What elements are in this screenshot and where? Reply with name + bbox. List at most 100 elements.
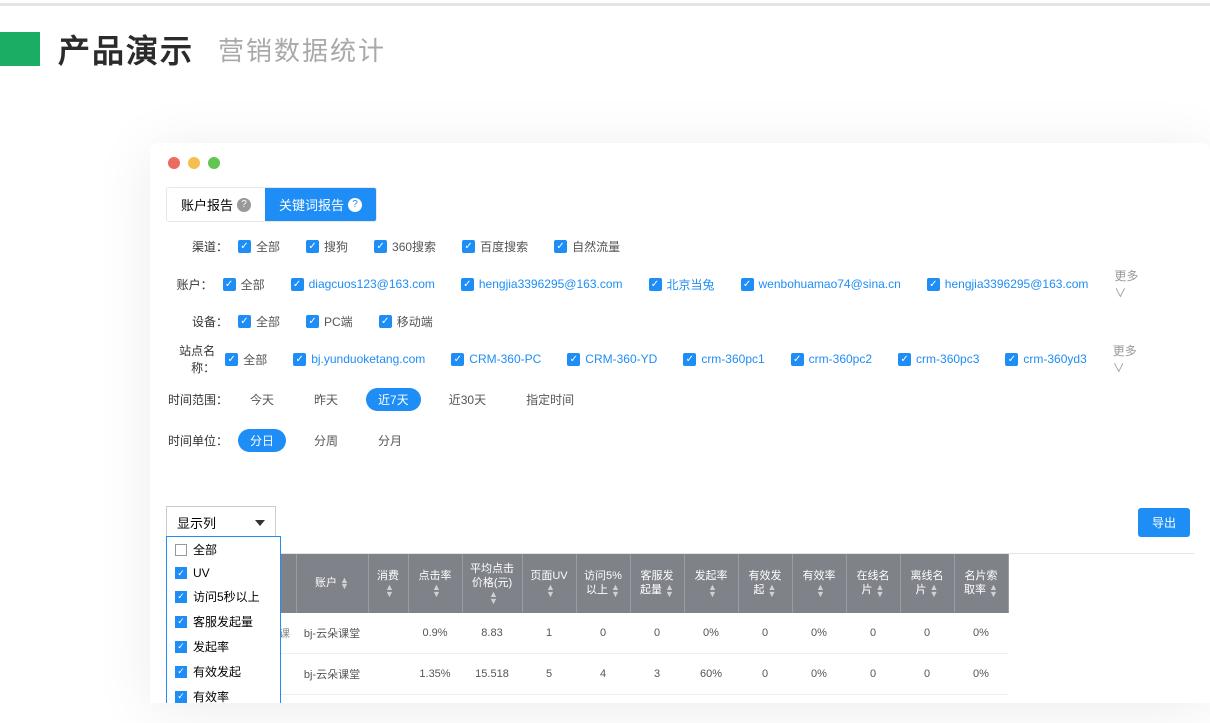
data-table: 账户▲▼消费▲▼点击率▲▼平均点击价格(元)▲▼页面UV▲▼访问5%以上▲▼客服… [166,554,1009,703]
checkbox-option[interactable]: ✓CRM-360-PC [451,351,541,368]
sort-icon[interactable]: ▲▼ [611,584,620,597]
pill-option[interactable]: 今天 [238,388,286,411]
checkbox-option[interactable]: ✓全部 [223,276,265,293]
checkbox-option[interactable]: ✓bj.yunduoketang.com [293,351,425,368]
column-option[interactable]: 全部 [167,537,280,562]
sort-icon[interactable]: ▲▼ [989,584,998,597]
column-option[interactable]: ✓访问5秒以上 [167,584,280,609]
sort-icon[interactable]: ▲▼ [489,591,498,604]
filter-label: 时间单位： [166,432,228,449]
checkbox-option[interactable]: ✓ 全部 [225,351,267,368]
checkbox-option[interactable]: ✓全部 [238,238,280,255]
column-option[interactable]: ✓有效发起 [167,659,280,684]
minimize-icon[interactable] [188,157,200,169]
cell: 0% [684,694,738,703]
tab-label: 账户报告 [181,195,233,214]
export-button[interactable]: 导出 [1138,508,1190,537]
cell: 5 [522,653,576,694]
cell: 0% [792,653,846,694]
option-label: 发起率 [193,638,229,655]
help-icon[interactable]: ? [237,198,251,212]
sort-icon[interactable]: ▲▼ [432,584,441,597]
sort-icon[interactable]: ▲▼ [708,584,717,597]
cell-account: bj-云朵课堂 [296,613,368,654]
tab-account-report[interactable]: 账户报告 ? [167,188,265,221]
checkbox-icon: ✓ [175,641,187,653]
help-icon[interactable]: ? [348,198,362,212]
table-header-cell[interactable]: 账户▲▼ [296,554,368,613]
checkbox-icon: ✓ [927,278,940,291]
column-option[interactable]: ✓UV [167,562,280,584]
table-header-cell[interactable]: 访问5%以上▲▼ [576,554,630,613]
checkbox-option[interactable]: ✓360搜索 [374,238,436,255]
table-header-cell[interactable]: 页面UV▲▼ [522,554,576,613]
table-header-cell[interactable]: 发起率▲▼ [684,554,738,613]
checkbox-option[interactable]: ✓hengjia3396295@163.com [927,276,1089,293]
checkbox-option[interactable]: ✓crm-360yd3 [1005,351,1086,368]
sort-icon[interactable]: ▲▼ [768,584,777,597]
checkbox-option[interactable]: ✓搜狗 [306,238,348,255]
sort-icon[interactable]: ▲▼ [546,584,555,597]
checkbox-icon: ✓ [223,278,236,291]
sort-icon[interactable]: ▲▼ [385,584,394,597]
dropdown-label: 显示列 [177,513,216,532]
checkbox-option[interactable]: ✓全部 [238,313,280,330]
checkbox-option[interactable]: ✓CRM-360-YD [567,351,657,368]
cell [368,653,408,694]
checkbox-option[interactable]: ✓crm-360pc3 [898,351,979,368]
pill-option[interactable]: 指定时间 [514,388,586,411]
column-option[interactable]: ✓有效率 [167,684,280,703]
checkbox-option[interactable]: ✓自然流量 [554,238,620,255]
checkbox-icon: ✓ [225,353,238,366]
checkbox-option[interactable]: ✓hengjia3396295@163.com [461,276,623,293]
table-header-cell[interactable]: 离线名片▲▼ [900,554,954,613]
table-header-cell[interactable]: 客服发起量▲▼ [630,554,684,613]
close-icon[interactable] [168,157,180,169]
checkbox-option[interactable]: ✓crm-360pc1 [683,351,764,368]
table-header-cell[interactable]: 平均点击价格(元) ▲▼ [462,554,522,613]
maximize-icon[interactable] [208,157,220,169]
table-header-row: 账户▲▼消费▲▼点击率▲▼平均点击价格(元)▲▼页面UV▲▼访问5%以上▲▼客服… [166,554,1008,613]
checkbox-option[interactable]: ✓crm-360pc2 [791,351,872,368]
pill-option[interactable]: 分日 [238,429,286,452]
checkbox-icon: ✓ [1005,353,1018,366]
more-link[interactable]: 更多 ∨ [1114,267,1144,301]
tab-keyword-report[interactable]: 关键词报告 ? [265,188,376,221]
pill-option[interactable]: 分周 [302,429,350,452]
column-option[interactable]: ✓ 发起率 [167,634,280,659]
checkbox-option[interactable]: ✓移动端 [379,313,433,330]
table-header-cell[interactable]: 名片索取率▲▼ [954,554,1008,613]
option-label: 百度搜索 [480,238,528,255]
checkbox-option[interactable]: ✓北京当兔 [649,276,715,293]
column-option[interactable]: ✓客服发起量 [167,609,280,634]
table-header-cell[interactable]: 点击率▲▼ [408,554,462,613]
sort-icon[interactable]: ▲▼ [816,584,825,597]
checkbox-option[interactable]: ✓diagcuos123@163.com [291,276,435,293]
sort-icon[interactable]: ▲▼ [665,584,674,597]
option-label: 全部 [243,351,267,368]
table-header-cell[interactable]: 在线名片▲▼ [846,554,900,613]
sort-icon[interactable]: ▲▼ [340,577,349,590]
checkbox-option[interactable]: ✓PC端 [306,313,353,330]
table-header-cell[interactable]: 有效率▲▼ [792,554,846,613]
cell: 0% [408,694,462,703]
column-dropdown-menu: 全部✓UV✓访问5秒以上✓客服发起量✓发起率✓有效发起✓有效率✓在线名片✓离线名… [166,536,281,703]
column-selector: 显示列 全部✓UV✓访问5秒以上✓客服发起量✓发起率✓有效发起✓有效率✓在线名片… [166,506,276,539]
table-header-cell[interactable]: 有效发起▲▼ [738,554,792,613]
table-header-cell[interactable]: 消费▲▼ [368,554,408,613]
column-dropdown-trigger[interactable]: 显示列 [166,506,276,539]
more-link[interactable]: 更多 ∨ [1113,342,1144,376]
option-label: 搜狗 [324,238,348,255]
header-label: 平均点击价格(元) [470,563,514,589]
checkbox-icon: ✓ [175,666,187,678]
pill-option[interactable]: 分月 [366,429,414,452]
pill-option[interactable]: 昨天 [302,388,350,411]
option-label: 全部 [256,238,280,255]
sort-icon[interactable]: ▲▼ [876,584,885,597]
checkbox-option[interactable]: ✓百度搜索 [462,238,528,255]
option-label: 北京当兔 [667,276,715,293]
pill-option[interactable]: 近30天 [437,388,498,411]
checkbox-option[interactable]: ✓wenbohuamao74@sina.cn [741,276,901,293]
sort-icon[interactable]: ▲▼ [930,584,939,597]
pill-option[interactable]: 近7天 [366,388,421,411]
